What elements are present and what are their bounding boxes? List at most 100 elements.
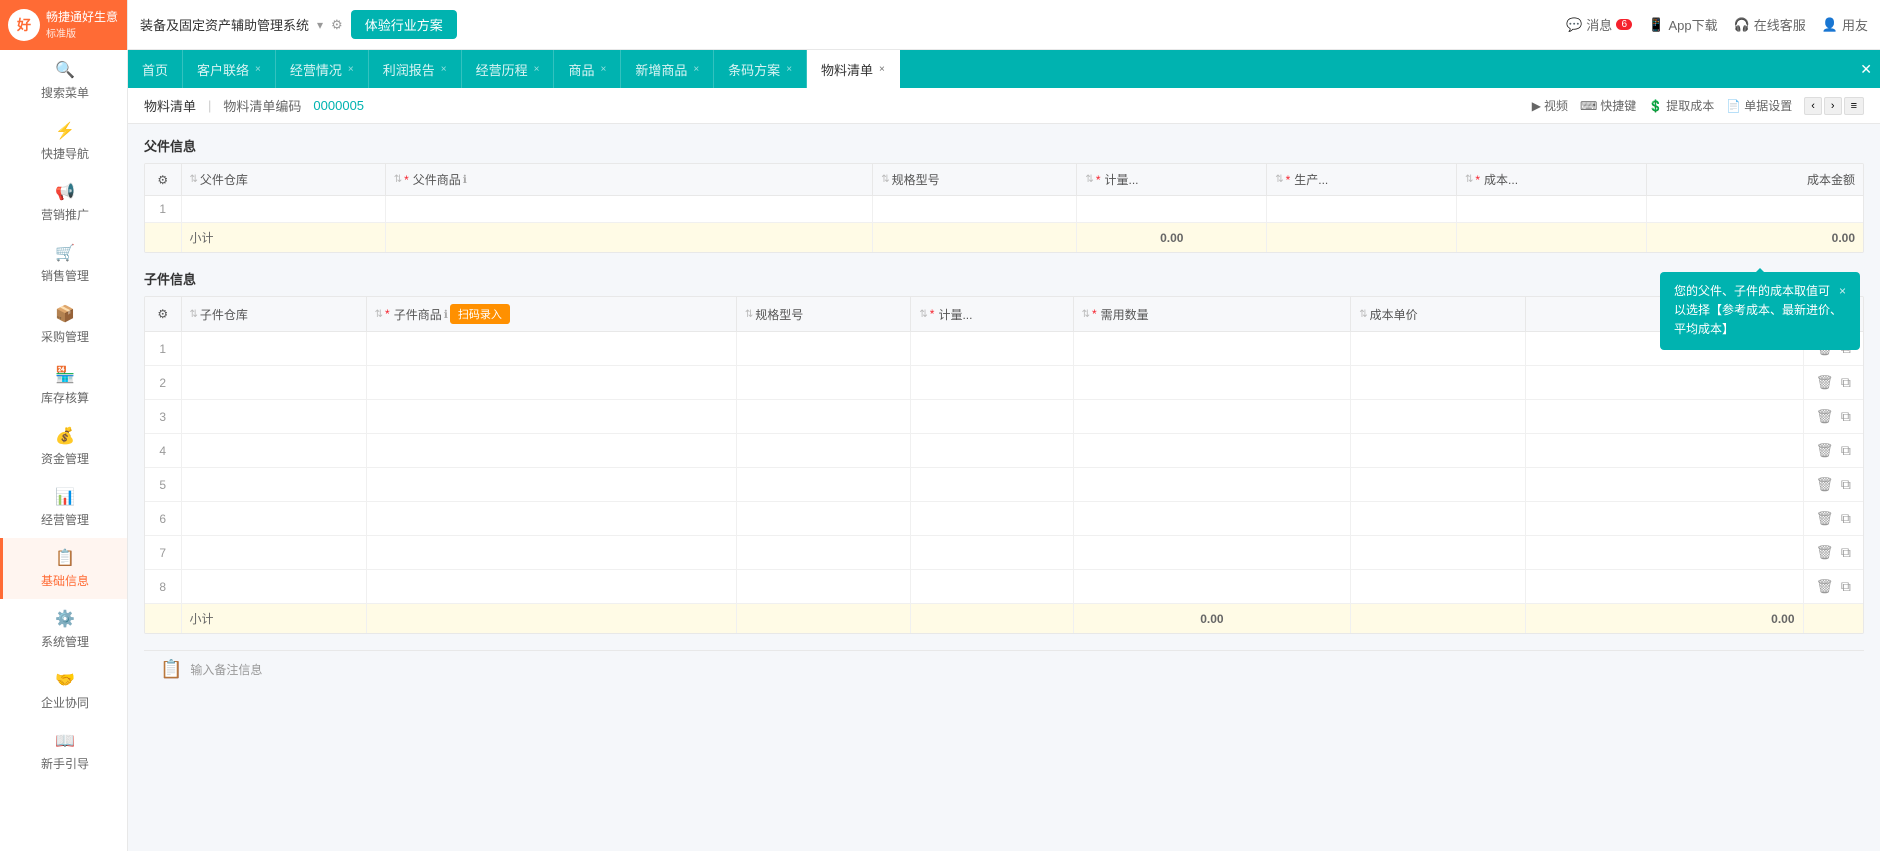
child-unit-cell[interactable]: [911, 332, 1073, 366]
child-qty-cell[interactable]: [1073, 366, 1351, 400]
child-unit-cell[interactable]: [911, 570, 1073, 604]
child-unit-cell[interactable]: [911, 434, 1073, 468]
tab-bom[interactable]: 物料清单 ×: [807, 50, 900, 88]
copy-button[interactable]: ⧉: [1839, 440, 1853, 461]
sort-icon[interactable]: ⇅: [190, 309, 198, 320]
action-settings[interactable]: 📄 单据设置: [1726, 97, 1792, 114]
user-item[interactable]: 👤 用友: [1822, 15, 1868, 34]
copy-button[interactable]: ⧉: [1839, 542, 1853, 563]
note-placeholder[interactable]: 输入备注信息: [190, 661, 262, 678]
parent-produce-cell[interactable]: [1267, 196, 1457, 223]
nav-prev-button[interactable]: ‹: [1804, 97, 1822, 115]
child-unit-cell[interactable]: [911, 400, 1073, 434]
dropdown-arrow-icon[interactable]: ▾: [317, 18, 323, 32]
sort-icon[interactable]: ⇅: [881, 174, 889, 185]
close-icon[interactable]: ×: [879, 64, 885, 75]
settings-icon[interactable]: ⚙: [331, 17, 343, 33]
child-unit-cost-cell[interactable]: [1351, 468, 1526, 502]
delete-button[interactable]: 🗑: [1814, 440, 1836, 461]
child-product-cell[interactable]: [366, 434, 736, 468]
sort-icon[interactable]: ⇅: [394, 174, 402, 185]
sidebar-item-marketing[interactable]: 📢 营销推广: [0, 172, 127, 233]
sort-icon[interactable]: ⇅: [1275, 174, 1283, 185]
copy-button[interactable]: ⧉: [1839, 508, 1853, 529]
child-unit-cost-cell[interactable]: [1351, 434, 1526, 468]
sidebar-item-finance[interactable]: 💰 资金管理: [0, 416, 127, 477]
scan-button[interactable]: 扫码录入: [450, 304, 510, 324]
child-qty-cell[interactable]: [1073, 332, 1351, 366]
parent-col-settings[interactable]: ⚙: [145, 164, 181, 196]
tab-business[interactable]: 经营情况 ×: [276, 50, 369, 88]
child-spec-cell[interactable]: [736, 400, 911, 434]
child-product-cell[interactable]: [366, 366, 736, 400]
child-product-cell[interactable]: [366, 400, 736, 434]
sidebar-item-inventory[interactable]: 🏪 库存核算: [0, 355, 127, 416]
child-spec-cell[interactable]: [736, 366, 911, 400]
close-icon[interactable]: ×: [600, 64, 606, 75]
sort-icon[interactable]: ⇅: [1465, 174, 1473, 185]
sort-icon[interactable]: ⇅: [375, 309, 383, 320]
parent-product-cell[interactable]: [385, 196, 872, 223]
child-col-settings[interactable]: ⚙: [145, 297, 181, 332]
sidebar-item-basic[interactable]: 📋 基础信息: [0, 538, 127, 599]
child-unit-cost-cell[interactable]: [1351, 536, 1526, 570]
parent-unit-cell[interactable]: [1077, 196, 1267, 223]
sidebar-item-sales[interactable]: 🛒 销售管理: [0, 233, 127, 294]
child-unit-cost-cell[interactable]: [1351, 332, 1526, 366]
child-product-cell[interactable]: [366, 332, 736, 366]
child-warehouse-cell[interactable]: [181, 570, 366, 604]
child-spec-cell[interactable]: [736, 502, 911, 536]
sort-icon[interactable]: ⇅: [1085, 174, 1093, 185]
copy-button[interactable]: ⧉: [1839, 406, 1853, 427]
child-unit-cost-cell[interactable]: [1351, 366, 1526, 400]
child-spec-cell[interactable]: [736, 332, 911, 366]
sidebar-item-guide[interactable]: 📖 新手引导: [0, 721, 127, 782]
sidebar-item-quicknav[interactable]: ⚡ 快捷导航: [0, 111, 127, 172]
close-icon[interactable]: ×: [693, 64, 699, 75]
delete-button[interactable]: 🗑: [1814, 406, 1836, 427]
delete-button[interactable]: 🗑: [1814, 372, 1836, 393]
copy-button[interactable]: ⧉: [1839, 474, 1853, 495]
parent-cost-cell[interactable]: [1456, 196, 1646, 223]
child-unit-cell[interactable]: [911, 468, 1073, 502]
child-warehouse-cell[interactable]: [181, 400, 366, 434]
close-icon[interactable]: ×: [534, 64, 540, 75]
child-spec-cell[interactable]: [736, 434, 911, 468]
child-spec-cell[interactable]: [736, 570, 911, 604]
action-view[interactable]: ▶ 视频: [1532, 97, 1568, 114]
child-warehouse-cell[interactable]: [181, 366, 366, 400]
child-warehouse-cell[interactable]: [181, 468, 366, 502]
close-icon[interactable]: ×: [786, 64, 792, 75]
info-icon[interactable]: ℹ: [444, 308, 448, 321]
child-unit-cell[interactable]: [911, 502, 1073, 536]
sort-icon[interactable]: ⇅: [1359, 309, 1367, 320]
sort-icon[interactable]: ⇅: [919, 309, 927, 320]
child-unit-cost-cell[interactable]: [1351, 570, 1526, 604]
nav-list-button[interactable]: ≡: [1844, 97, 1864, 115]
sort-icon[interactable]: ⇅: [745, 309, 753, 320]
child-qty-cell[interactable]: [1073, 536, 1351, 570]
child-qty-cell[interactable]: [1073, 400, 1351, 434]
child-unit-cell[interactable]: [911, 536, 1073, 570]
child-product-cell[interactable]: [366, 536, 736, 570]
online-service-item[interactable]: 🎧 在线客服: [1734, 15, 1806, 34]
child-product-cell[interactable]: [366, 502, 736, 536]
tab-product[interactable]: 商品 ×: [554, 50, 621, 88]
child-qty-cell[interactable]: [1073, 502, 1351, 536]
tab-customer[interactable]: 客户联络 ×: [183, 50, 276, 88]
delete-button[interactable]: 🗑: [1814, 576, 1836, 597]
child-product-cell[interactable]: [366, 570, 736, 604]
nav-next-button[interactable]: ›: [1824, 97, 1842, 115]
tab-new-product[interactable]: 新增商品 ×: [621, 50, 714, 88]
sidebar-item-collab[interactable]: 🤝 企业协同: [0, 660, 127, 721]
child-unit-cost-cell[interactable]: [1351, 400, 1526, 434]
child-warehouse-cell[interactable]: [181, 332, 366, 366]
parent-spec-cell[interactable]: [873, 196, 1077, 223]
tooltip-close-button[interactable]: ×: [1839, 282, 1846, 301]
child-warehouse-cell[interactable]: [181, 434, 366, 468]
close-icon[interactable]: ×: [255, 64, 261, 75]
info-icon[interactable]: ℹ: [463, 173, 467, 186]
sort-icon[interactable]: ⇅: [190, 174, 198, 185]
sidebar-item-search[interactable]: 🔍 搜索菜单: [0, 50, 127, 111]
parent-warehouse-cell[interactable]: [181, 196, 385, 223]
